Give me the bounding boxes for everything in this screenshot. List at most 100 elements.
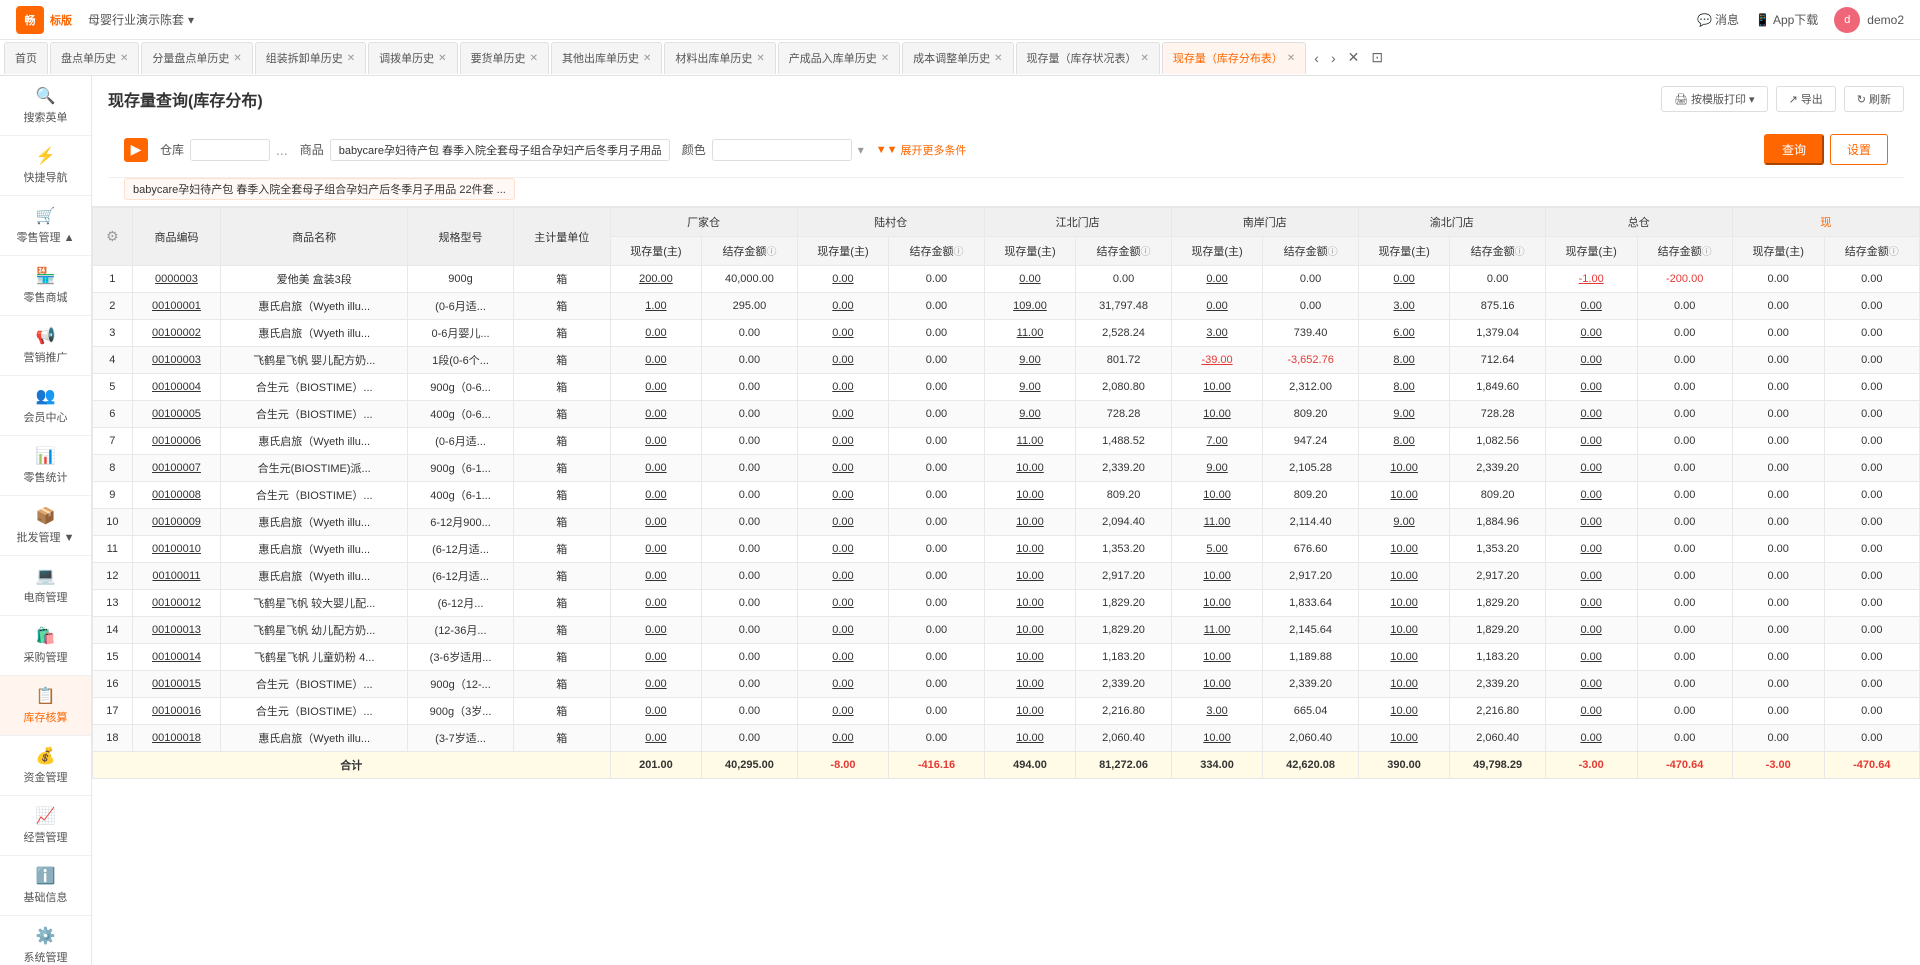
- sidebar-item-operations-label: 经营管理: [6, 829, 85, 845]
- goods-input[interactable]: [330, 139, 670, 161]
- gear-icon[interactable]: ⚙: [106, 228, 119, 244]
- sidebar-item-retail-stats[interactable]: 📊 零售统计: [0, 436, 91, 496]
- table-row: 1800100018惠氏启旅（Wyeth illu...(3-7岁适...箱0.…: [93, 725, 1920, 752]
- close-icon[interactable]: ✕: [438, 53, 446, 64]
- filter-area: ▶ 仓库 ... 商品 颜色 ▾: [108, 122, 1904, 178]
- close-icon[interactable]: ✕: [1287, 53, 1295, 64]
- sidebar-item-retail-mgmt[interactable]: 🛒 零售管理 ▲: [0, 196, 91, 256]
- close-icon[interactable]: ✕: [881, 53, 889, 64]
- sidebar-item-marketing[interactable]: 📢 营销推广: [0, 316, 91, 376]
- col-jiangbei-amt: 结存金额ⓘ: [1076, 237, 1171, 266]
- col-nanan-amt: 结存金额ⓘ: [1263, 237, 1358, 266]
- tab-stock-dist[interactable]: 现存量（库存分布表） ✕: [1162, 42, 1306, 74]
- col-lucun-qty: 现存量(主): [797, 237, 889, 266]
- export-label: 导出: [1801, 91, 1823, 107]
- tab-requisition[interactable]: 要货单历史 ✕: [460, 42, 549, 74]
- col-yubei-qty: 现存量(主): [1358, 237, 1450, 266]
- sidebar-item-ecommerce[interactable]: 💻 电商管理: [0, 556, 91, 616]
- export-btn[interactable]: ↗ 导出: [1776, 86, 1836, 112]
- color-dropdown-icon[interactable]: ▾: [858, 143, 864, 157]
- info-icon[interactable]: ⓘ: [1141, 247, 1151, 258]
- tab-home[interactable]: 首页: [4, 42, 48, 74]
- info-icon[interactable]: ⓘ: [953, 247, 963, 258]
- sidebar-item-system[interactable]: ⚙️ 系统管理: [0, 916, 91, 965]
- table-row: 1100100010惠氏启旅（Wyeth illu...(6-12月适...箱0…: [93, 536, 1920, 563]
- user-avatar[interactable]: d demo2: [1834, 7, 1904, 33]
- table-row: 400100003飞鹤星飞帆 婴儿配方奶...1段(0-6个...箱0.000.…: [93, 347, 1920, 374]
- sidebar-item-inventory[interactable]: 📋 库存核算: [0, 676, 91, 736]
- close-icon[interactable]: ✕: [643, 53, 651, 64]
- tab-close-btn[interactable]: ✕: [1342, 49, 1366, 66]
- nav-dropdown[interactable]: 母婴行业演示陈套 ▾: [80, 11, 202, 28]
- filter-toggle-btn[interactable]: ▶: [124, 138, 148, 162]
- sidebar-item-search[interactable]: 🔍 搜索英单: [0, 76, 91, 136]
- table-row: 1000100009惠氏启旅（Wyeth illu...6-12月900...箱…: [93, 509, 1920, 536]
- close-icon[interactable]: ✕: [756, 53, 764, 64]
- app-download-btn[interactable]: 📱 App下载: [1755, 11, 1818, 28]
- goods-label: 商品: [300, 141, 324, 158]
- tab-transfer[interactable]: 调拨单历史 ✕: [368, 42, 457, 74]
- tab-group-disassembly[interactable]: 组装拆卸单历史 ✕: [255, 42, 366, 74]
- sidebar-item-member[interactable]: 👥 会员中心: [0, 376, 91, 436]
- basics-icon: ℹ️: [6, 866, 85, 886]
- tab-stock-status[interactable]: 现存量（库存状况表） ✕: [1016, 42, 1160, 74]
- info-icon[interactable]: ⓘ: [1702, 247, 1712, 258]
- sidebar-item-basics[interactable]: ℹ️ 基础信息: [0, 856, 91, 916]
- tab-stock-status-label: 现存量（库存状况表）: [1027, 50, 1137, 66]
- tab-sub-inventory[interactable]: 分量盘点单历史 ✕: [141, 42, 252, 74]
- tab-product-in[interactable]: 产成品入库单历史 ✕: [778, 42, 900, 74]
- system-icon: ⚙️: [6, 926, 85, 946]
- print-btn[interactable]: 🖨 按模版打印 ▾: [1661, 86, 1768, 112]
- goods-value-text: babycare孕妇待产包 春季入院全套母子组合孕妇产后冬季月子用品 22件套 …: [124, 178, 515, 200]
- close-icon[interactable]: ✕: [233, 53, 241, 64]
- sidebar-item-wholesale[interactable]: 📦 批发管理 ▼: [0, 496, 91, 556]
- refresh-btn[interactable]: ↻ 刷新: [1844, 86, 1904, 112]
- inventory-table: ⚙ 商品编码 商品名称 规格型号 主计量单位 厂家仓 陆村仓 江北门店 南岸门店…: [92, 207, 1920, 779]
- info-icon[interactable]: ⓘ: [1515, 247, 1525, 258]
- nav-label: 母婴行业演示陈套: [88, 11, 184, 28]
- info-icon[interactable]: ⓘ: [766, 247, 776, 258]
- warehouse-dots-btn[interactable]: ...: [276, 142, 288, 158]
- table-row: 1600100015合生元（BIOSTIME）...900g（12-...箱0.…: [93, 671, 1920, 698]
- sidebar-item-retail-mall[interactable]: 🏪 零售商城: [0, 256, 91, 316]
- close-icon[interactable]: ✕: [120, 53, 128, 64]
- warehouse-input[interactable]: [190, 139, 270, 161]
- tab-inventory-single[interactable]: 盘点单历史 ✕: [50, 42, 139, 74]
- tab-group-disassembly-label: 组装拆卸单历史: [266, 50, 343, 66]
- info-icon[interactable]: ⓘ: [1328, 247, 1338, 258]
- page-header: 现存量查询(库存分布) 🖨 按模版打印 ▾ ↗ 导出 ↻ 刷新: [92, 76, 1920, 207]
- tab-next-btn[interactable]: ›: [1325, 50, 1342, 66]
- tab-transfer-label: 调拨单历史: [379, 50, 434, 66]
- search-btn[interactable]: 查询: [1764, 134, 1824, 165]
- sidebar-item-finance[interactable]: 💰 资金管理: [0, 736, 91, 796]
- close-icon[interactable]: ✕: [1141, 53, 1149, 64]
- tab-other-outbound-label: 其他出库单历史: [562, 50, 639, 66]
- tab-material-out-label: 材料出库单历史: [675, 50, 752, 66]
- shortcut-icon: ⚡: [6, 146, 85, 166]
- tab-material-out[interactable]: 材料出库单历史 ✕: [664, 42, 775, 74]
- tab-other-outbound[interactable]: 其他出库单历史 ✕: [551, 42, 662, 74]
- query-actions: 查询 设置: [1764, 134, 1888, 165]
- logo-area: 畅 标版: [16, 6, 72, 34]
- tab-cost-adjust[interactable]: 成本调整单历史 ✕: [902, 42, 1013, 74]
- sidebar-item-retail-stats-label: 零售统计: [6, 469, 85, 485]
- settings-btn[interactable]: 设置: [1830, 134, 1888, 165]
- table-row: 1200100011惠氏启旅（Wyeth illu...(6-12月适...箱0…: [93, 563, 1920, 590]
- tab-expand-btn[interactable]: ⊡: [1365, 49, 1389, 66]
- close-icon[interactable]: ✕: [347, 53, 355, 64]
- close-icon[interactable]: ✕: [530, 53, 538, 64]
- col-factory-header: 厂家仓: [610, 208, 797, 237]
- content-area: 现存量查询(库存分布) 🖨 按模版打印 ▾ ↗ 导出 ↻ 刷新: [92, 76, 1920, 965]
- msg-btn[interactable]: 💬 消息: [1697, 11, 1739, 28]
- sidebar-item-purchase[interactable]: 🛍️ 采购管理: [0, 616, 91, 676]
- col-nanan-header: 南岸门店: [1171, 208, 1358, 237]
- color-input[interactable]: [712, 139, 852, 161]
- stats-icon: 📊: [6, 446, 85, 466]
- tab-prev-btn[interactable]: ‹: [1308, 50, 1325, 66]
- info-icon[interactable]: ⓘ: [1889, 247, 1899, 258]
- sidebar-item-operations[interactable]: 📈 经营管理: [0, 796, 91, 856]
- sidebar-item-shortcuts[interactable]: ⚡ 快捷导航: [0, 136, 91, 196]
- expand-more-btn[interactable]: ▼▼ 展开更多条件: [876, 142, 967, 158]
- close-icon[interactable]: ✕: [994, 53, 1002, 64]
- tab-cost-adjust-label: 成本调整单历史: [913, 50, 990, 66]
